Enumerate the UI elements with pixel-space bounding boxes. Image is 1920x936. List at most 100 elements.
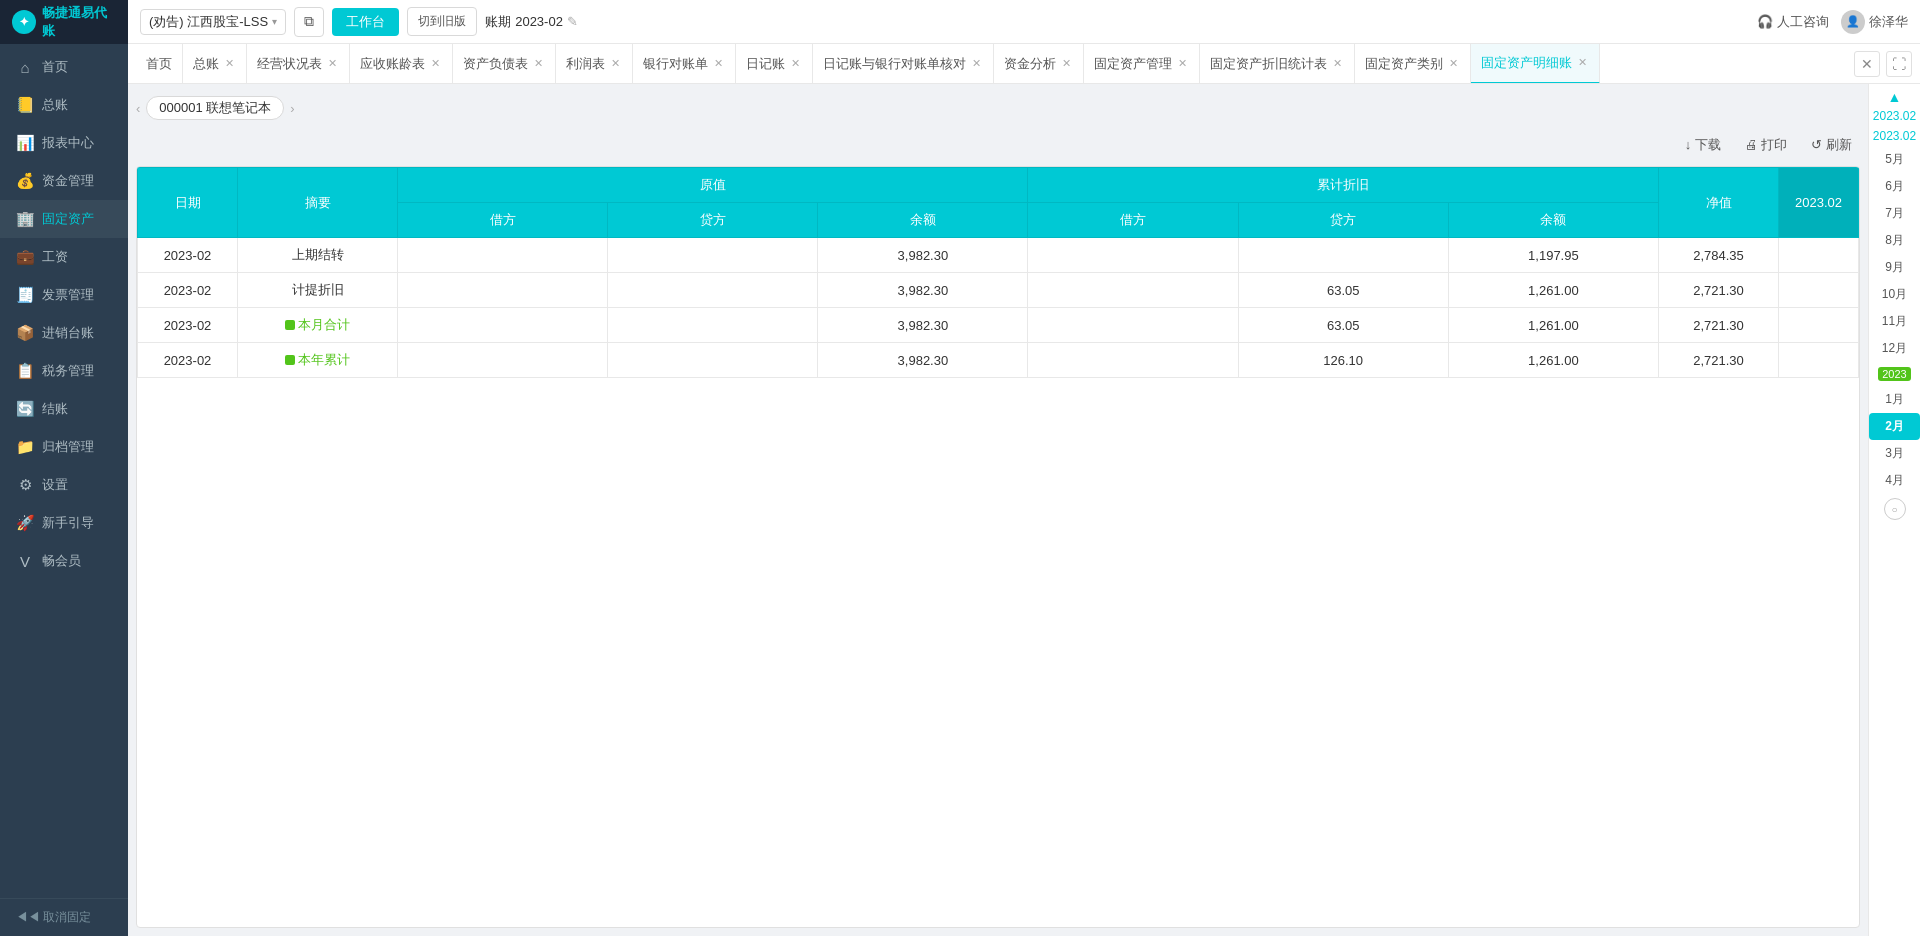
breadcrumb-next-arrow[interactable]: ›: [290, 101, 294, 116]
tab-capital-analysis[interactable]: 资金分析 ✕: [994, 44, 1084, 84]
sidebar-item-sales[interactable]: 📦 进销台账: [0, 314, 128, 352]
timeline-month-12[interactable]: 12月: [1869, 335, 1920, 362]
tab-journal-bank[interactable]: 日记账与银行对账单核对 ✕: [813, 44, 994, 84]
timeline-month-6[interactable]: 6月: [1869, 173, 1920, 200]
sidebar-item-fixed-assets[interactable]: 🏢 固定资产: [0, 200, 128, 238]
tab-home[interactable]: 首页: [136, 44, 183, 84]
timeline-up-arrow[interactable]: ▲: [1888, 90, 1902, 104]
period-edit-icon[interactable]: ✎: [567, 14, 578, 29]
sidebar-item-newguide[interactable]: 🚀 新手引导: [0, 504, 128, 542]
tab-fa-depreciation-close[interactable]: ✕: [1331, 57, 1344, 70]
refresh-button[interactable]: ↺ 刷新: [1803, 132, 1860, 158]
sidebar-item-archive[interactable]: 📁 归档管理: [0, 428, 128, 466]
timeline-month-2-active[interactable]: 2月: [1869, 413, 1920, 440]
sidebar-unpin-button[interactable]: ◀◀ 取消固定: [0, 898, 128, 936]
timeline-month-1[interactable]: 1月: [1869, 386, 1920, 413]
tab-balance[interactable]: 资产负债表 ✕: [453, 44, 556, 84]
tab-ledger-label: 总账: [193, 55, 219, 73]
tab-fa-depreciation[interactable]: 固定资产折旧统计表 ✕: [1200, 44, 1355, 84]
table-toolbar: ↓ 下载 🖨 打印 ↺ 刷新: [136, 128, 1860, 162]
timeline-month-8[interactable]: 8月: [1869, 227, 1920, 254]
sidebar-item-capital[interactable]: 💰 资金管理: [0, 162, 128, 200]
main-panel: ‹ 000001 联想笔记本 › ↓ 下载 🖨 打印 ↺ 刷新 日期 摘要 原值: [128, 84, 1868, 936]
breadcrumb-prev-arrow[interactable]: ‹: [136, 101, 140, 116]
sidebar-item-home[interactable]: ⌂ 首页: [0, 48, 128, 86]
tab-bank-close[interactable]: ✕: [712, 57, 725, 70]
timeline-month-10[interactable]: 10月: [1869, 281, 1920, 308]
cell-period-extra: [1779, 308, 1859, 343]
sidebar-item-label-sales: 进销台账: [42, 324, 94, 342]
tab-journal[interactable]: 日记账 ✕: [736, 44, 813, 84]
tab-fa-category[interactable]: 固定资产类别 ✕: [1355, 44, 1471, 84]
tab-capital-analysis-close[interactable]: ✕: [1060, 57, 1073, 70]
ledger-icon: 📒: [16, 96, 34, 114]
sidebar-item-label-fixed-assets: 固定资产: [42, 210, 94, 228]
tab-bank[interactable]: 银行对账单 ✕: [633, 44, 736, 84]
timeline-month-5[interactable]: 5月: [1869, 146, 1920, 173]
sidebar-item-reports[interactable]: 📊 报表中心: [0, 124, 128, 162]
tab-business-close[interactable]: ✕: [326, 57, 339, 70]
tab-receivable-close[interactable]: ✕: [429, 57, 442, 70]
maximize-button[interactable]: ⛶: [1886, 51, 1912, 77]
cell-orig-debit: [398, 273, 608, 308]
timeline-year-2023[interactable]: 2023: [1869, 362, 1920, 386]
sidebar-item-settings[interactable]: ⚙ 设置: [0, 466, 128, 504]
col-accum-credit: 贷方: [1238, 203, 1448, 238]
timeline-circle-button[interactable]: ○: [1884, 498, 1906, 520]
tab-business[interactable]: 经营状况表 ✕: [247, 44, 350, 84]
tab-receivable[interactable]: 应收账龄表 ✕: [350, 44, 453, 84]
cell-net-value: 2,721.30: [1659, 308, 1779, 343]
newguide-icon: 🚀: [16, 514, 34, 532]
switch-version-button[interactable]: 切到旧版: [407, 7, 477, 36]
tab-balance-close[interactable]: ✕: [532, 57, 545, 70]
sidebar-item-settlement[interactable]: 🔄 结账: [0, 390, 128, 428]
workbench-button[interactable]: 工作台: [332, 8, 399, 36]
sidebar-item-member[interactable]: V 畅会员: [0, 542, 128, 580]
settings-icon: ⚙: [16, 476, 34, 494]
tab-receivable-label: 应收账龄表: [360, 55, 425, 73]
sidebar-item-ledger[interactable]: 📒 总账: [0, 86, 128, 124]
tab-balance-label: 资产负债表: [463, 55, 528, 73]
timeline-month-7[interactable]: 7月: [1869, 200, 1920, 227]
cell-date: 2023-02: [138, 308, 238, 343]
main-area: (劝告) 江西股宝-LSS ▾ ⧉ 工作台 切到旧版 账期 2023-02 ✎ …: [128, 0, 1920, 936]
copy-button[interactable]: ⧉: [294, 7, 324, 37]
timeline-period-top2[interactable]: 2023.02: [1871, 126, 1918, 146]
breadcrumb-chip[interactable]: 000001 联想笔记本: [146, 96, 284, 120]
download-button[interactable]: ↓ 下载: [1677, 132, 1729, 158]
sidebar-item-tax[interactable]: 📋 税务管理: [0, 352, 128, 390]
company-chevron-icon: ▾: [272, 16, 277, 27]
close-all-tabs-button[interactable]: ✕: [1854, 51, 1880, 77]
print-button[interactable]: 🖨 打印: [1737, 132, 1796, 158]
cell-net-value: 2,721.30: [1659, 343, 1779, 378]
cell-period-extra: [1779, 238, 1859, 273]
settlement-icon: 🔄: [16, 400, 34, 418]
timeline-month-4[interactable]: 4月: [1869, 467, 1920, 494]
timeline-up-arrows: ▲: [1888, 88, 1902, 106]
tab-journal-close[interactable]: ✕: [789, 57, 802, 70]
sidebar-item-label-invoice: 发票管理: [42, 286, 94, 304]
tab-journal-bank-close[interactable]: ✕: [970, 57, 983, 70]
sidebar-item-label-payroll: 工资: [42, 248, 68, 266]
tab-fa-mgmt[interactable]: 固定资产管理 ✕: [1084, 44, 1200, 84]
tab-profit[interactable]: 利润表 ✕: [556, 44, 633, 84]
help-button[interactable]: 🎧 人工咨询: [1757, 13, 1829, 31]
sidebar-item-invoice[interactable]: 🧾 发票管理: [0, 276, 128, 314]
tab-fa-mgmt-close[interactable]: ✕: [1176, 57, 1189, 70]
invoice-icon: 🧾: [16, 286, 34, 304]
timeline-month-11[interactable]: 11月: [1869, 308, 1920, 335]
timeline-month-9[interactable]: 9月: [1869, 254, 1920, 281]
user-menu[interactable]: 👤 徐泽华: [1841, 10, 1908, 34]
cell-accum-balance: 1,261.00: [1448, 343, 1658, 378]
tab-fa-detail-close[interactable]: ✕: [1576, 56, 1589, 69]
timeline-period-top[interactable]: 2023.02: [1871, 106, 1918, 126]
tab-profit-close[interactable]: ✕: [609, 57, 622, 70]
sidebar-item-payroll[interactable]: 💼 工资: [0, 238, 128, 276]
tab-ledger[interactable]: 总账 ✕: [183, 44, 247, 84]
timeline-month-3[interactable]: 3月: [1869, 440, 1920, 467]
tab-ledger-close[interactable]: ✕: [223, 57, 236, 70]
tab-fa-detail[interactable]: 固定资产明细账 ✕: [1471, 44, 1600, 84]
tab-fa-category-close[interactable]: ✕: [1447, 57, 1460, 70]
member-icon: V: [16, 553, 34, 570]
company-selector[interactable]: (劝告) 江西股宝-LSS ▾: [140, 9, 286, 35]
